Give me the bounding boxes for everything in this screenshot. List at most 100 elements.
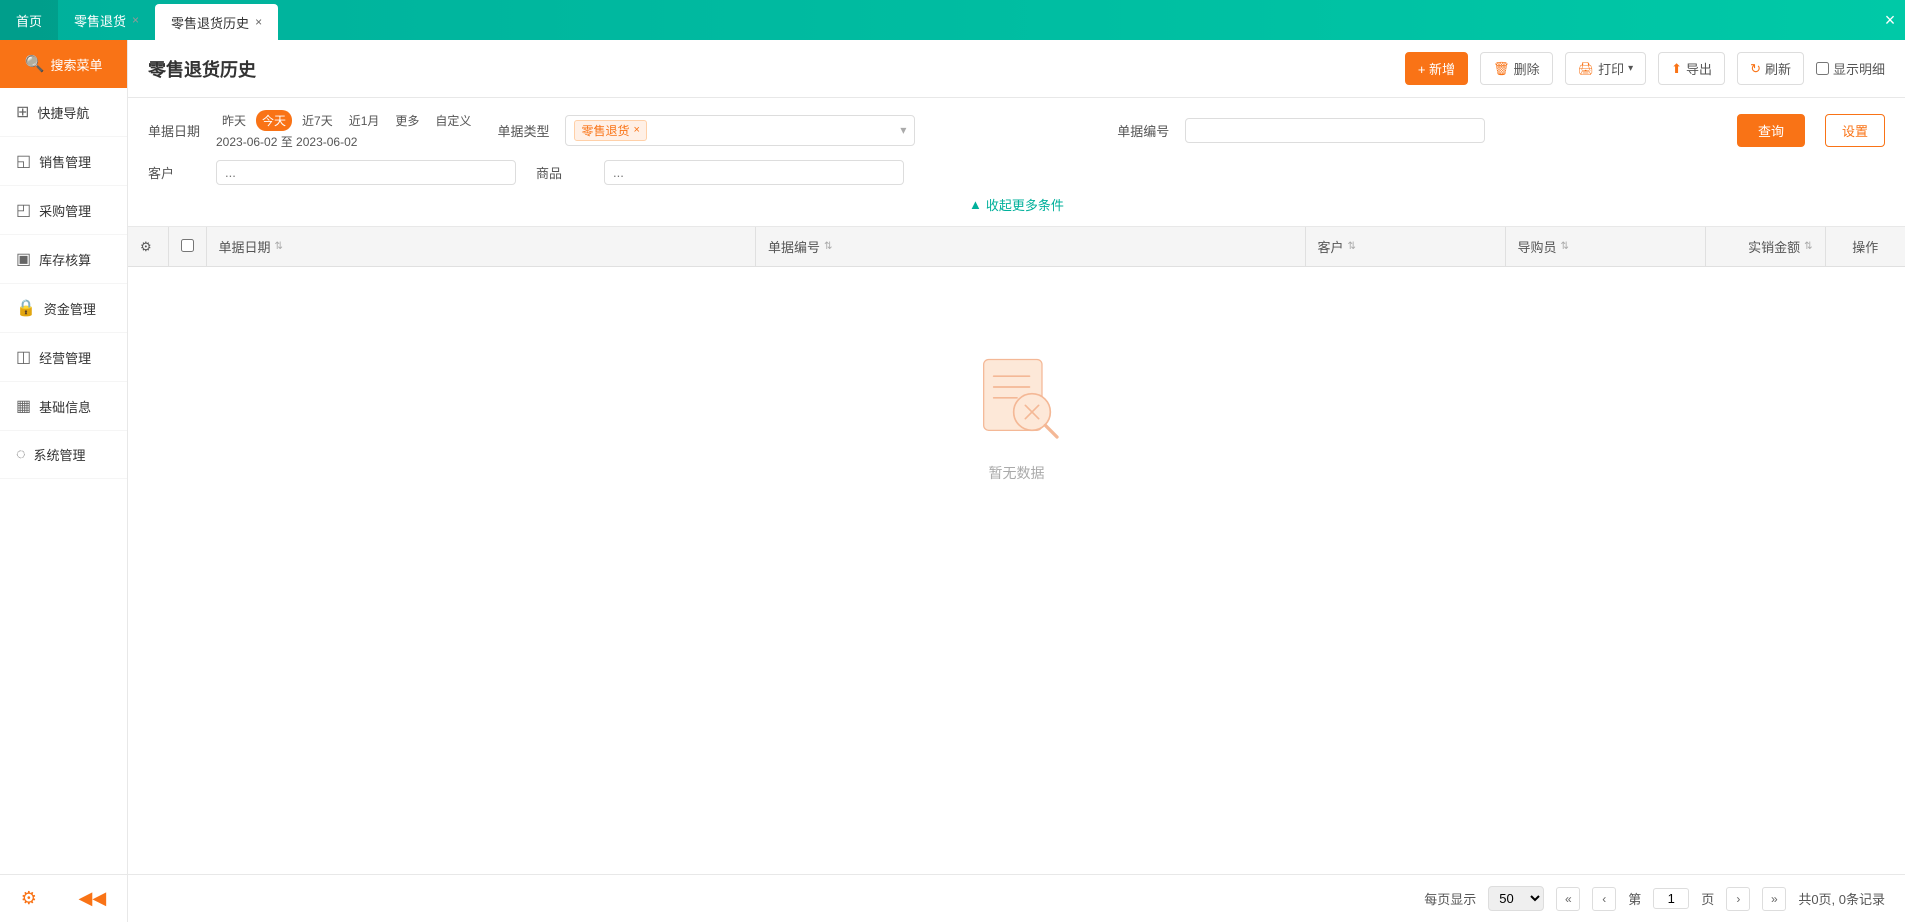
- tab-retail-return[interactable]: 零售退货 ×: [58, 0, 155, 40]
- settings-footer-icon[interactable]: ⚙: [21, 888, 37, 909]
- th-guide[interactable]: 导购员 ⇅: [1505, 227, 1705, 267]
- date-filter-buttons: 昨天 今天 近7天 近1月 更多 自定义 2023-06-02 至 2023-0…: [216, 110, 477, 150]
- sidebar-item-quick-nav[interactable]: ⊞ 快捷导航: [0, 88, 127, 137]
- page-title: 零售退货历史: [148, 56, 256, 82]
- data-table: ⚙ 单据日期 ⇅ 单据编号: [128, 227, 1905, 563]
- goods-filter-input[interactable]: [604, 160, 904, 185]
- empty-state-row: 暂无数据: [128, 267, 1905, 564]
- display-detail-checkbox[interactable]: 显示明细: [1816, 59, 1885, 78]
- window-close-button[interactable]: ×: [1875, 5, 1905, 35]
- display-detail-input[interactable]: [1816, 62, 1829, 75]
- first-page-icon: «: [1565, 892, 1572, 906]
- type-select[interactable]: 零售退货 × ▾: [565, 115, 915, 146]
- total-label: 共0页, 0条记录: [1798, 889, 1885, 908]
- page-size-label: 每页显示: [1424, 889, 1476, 908]
- date-btn-today[interactable]: 今天: [256, 110, 292, 131]
- delete-button[interactable]: 🗑 删除: [1480, 52, 1553, 85]
- print-icon: 🖨: [1578, 61, 1595, 77]
- table-header-row: ⚙ 单据日期 ⇅ 单据编号: [128, 227, 1905, 267]
- sidebar-item-label: 销售管理: [39, 152, 91, 171]
- date-range-display: 2023-06-02 至 2023-06-02: [216, 133, 477, 150]
- new-button[interactable]: + 新增: [1405, 52, 1468, 85]
- sidebar-item-sales[interactable]: ◱ 销售管理: [0, 137, 127, 186]
- sort-customer-icon: ⇅: [1348, 241, 1356, 252]
- volume-footer-icon[interactable]: ◀◀: [79, 888, 107, 909]
- query-button[interactable]: 查询: [1737, 114, 1805, 147]
- customer-filter-input[interactable]: [216, 160, 516, 185]
- table-area: ⚙ 单据日期 ⇅ 单据编号: [128, 227, 1905, 874]
- sidebar-search[interactable]: 🔍 搜索菜单: [0, 40, 127, 88]
- first-page-button[interactable]: «: [1556, 887, 1580, 911]
- th-number[interactable]: 单据编号 ⇅: [756, 227, 1306, 267]
- export-icon: ⬆: [1671, 61, 1682, 77]
- refresh-icon: ↻: [1750, 61, 1761, 77]
- tab-retail-return-history-close[interactable]: ×: [255, 15, 262, 29]
- inventory-icon: ▣: [16, 249, 31, 269]
- sidebar-item-label: 系统管理: [34, 445, 86, 464]
- sidebar-item-purchase[interactable]: ◰ 采购管理: [0, 186, 127, 235]
- print-chevron-icon: ▾: [1628, 63, 1633, 74]
- number-filter-group: 单据编号: [1117, 118, 1717, 143]
- sidebar-item-finance[interactable]: 🔒 资金管理: [0, 284, 127, 333]
- purchase-icon: ◰: [16, 200, 31, 220]
- page-header: 零售退货历史 + 新增 🗑 删除 🖨 打印 ▾ ⬆ 导出 ↻: [128, 40, 1905, 98]
- th-amount[interactable]: 实销金额 ⇅: [1705, 227, 1825, 267]
- print-button[interactable]: 🖨 打印 ▾: [1565, 52, 1647, 85]
- next-page-button[interactable]: ›: [1726, 887, 1750, 911]
- sidebar-item-label: 资金管理: [44, 299, 96, 318]
- th-settings[interactable]: ⚙: [128, 227, 168, 267]
- top-bar: 首页 零售退货 × 零售退货历史 × ×: [0, 0, 1905, 40]
- setting-button[interactable]: 设置: [1825, 114, 1885, 147]
- sidebar-item-label: 采购管理: [39, 201, 91, 220]
- sidebar-item-label: 经营管理: [39, 348, 91, 367]
- empty-state: 暂无数据: [128, 267, 1905, 563]
- date-btn-more[interactable]: 更多: [389, 110, 425, 131]
- sidebar: 🔍 搜索菜单 ⊞ 快捷导航 ◱ 销售管理 ◰ 采购管理 ▣ 库存核算 🔒 资金: [0, 40, 128, 922]
- tab-home[interactable]: 首页: [0, 0, 58, 40]
- main-layout: 🔍 搜索菜单 ⊞ 快捷导航 ◱ 销售管理 ◰ 采购管理 ▣ 库存核算 🔒 资金: [0, 40, 1905, 922]
- last-page-icon: »: [1771, 892, 1778, 906]
- date-btn-1month[interactable]: 近1月: [343, 110, 386, 131]
- collapse-icon: ▲: [969, 197, 982, 212]
- th-checkbox: [168, 227, 206, 267]
- page-number-input[interactable]: [1653, 888, 1689, 909]
- refresh-button[interactable]: ↻ 刷新: [1737, 52, 1804, 85]
- select-all-checkbox[interactable]: [181, 239, 194, 252]
- date-btn-yesterday[interactable]: 昨天: [216, 110, 252, 131]
- header-actions: + 新增 🗑 删除 🖨 打印 ▾ ⬆ 导出 ↻ 刷新: [1405, 52, 1885, 85]
- th-action: 操作: [1825, 227, 1905, 267]
- table-body: 暂无数据: [128, 267, 1905, 564]
- date-filter-label: 单据日期: [148, 121, 208, 140]
- filter-row-1: 单据日期 昨天 今天 近7天 近1月 更多 自定义 2023-06-02 至 2…: [148, 110, 1885, 150]
- sidebar-item-inventory[interactable]: ▣ 库存核算: [0, 235, 127, 284]
- export-button[interactable]: ⬆ 导出: [1658, 52, 1725, 85]
- sidebar-item-label: 快捷导航: [37, 103, 89, 122]
- number-filter-input[interactable]: [1185, 118, 1485, 143]
- prev-page-button[interactable]: ‹: [1592, 887, 1616, 911]
- basic-info-icon: ▦: [16, 396, 31, 416]
- date-btn-7days[interactable]: 近7天: [296, 110, 339, 131]
- quick-nav-icon: ⊞: [16, 102, 29, 122]
- date-btns-row: 昨天 今天 近7天 近1月 更多 自定义: [216, 110, 477, 131]
- tab-retail-return-label: 零售退货: [74, 11, 126, 30]
- tab-retail-return-history[interactable]: 零售退货历史 ×: [155, 4, 278, 40]
- page-size-select[interactable]: 50 100 200: [1488, 886, 1544, 911]
- goods-filter-label: 商品: [536, 163, 596, 182]
- date-btn-custom[interactable]: 自定义: [429, 110, 477, 131]
- sort-date-icon: ⇅: [275, 241, 283, 252]
- th-customer[interactable]: 客户 ⇅: [1305, 227, 1505, 267]
- th-date[interactable]: 单据日期 ⇅: [206, 227, 756, 267]
- pagination-bar: 每页显示 50 100 200 « ‹ 第 页 › » 共0页, 0条记录: [128, 874, 1905, 922]
- tab-retail-return-close[interactable]: ×: [132, 13, 139, 27]
- sort-amount-icon: ⇅: [1804, 241, 1812, 252]
- last-page-button[interactable]: »: [1762, 887, 1786, 911]
- collapse-button[interactable]: ▲ 收起更多条件: [969, 195, 1064, 214]
- prev-page-icon: ‹: [1602, 892, 1606, 906]
- sidebar-item-operations[interactable]: ◫ 经营管理: [0, 333, 127, 382]
- sidebar-item-system[interactable]: ◌ 系统管理: [0, 431, 127, 479]
- page-input-suffix: 页: [1701, 889, 1714, 908]
- type-chip-close[interactable]: ×: [633, 124, 639, 136]
- settings-icon[interactable]: ⚙: [140, 239, 152, 254]
- empty-text: 暂无数据: [989, 463, 1045, 483]
- sidebar-item-basic-info[interactable]: ▦ 基础信息: [0, 382, 127, 431]
